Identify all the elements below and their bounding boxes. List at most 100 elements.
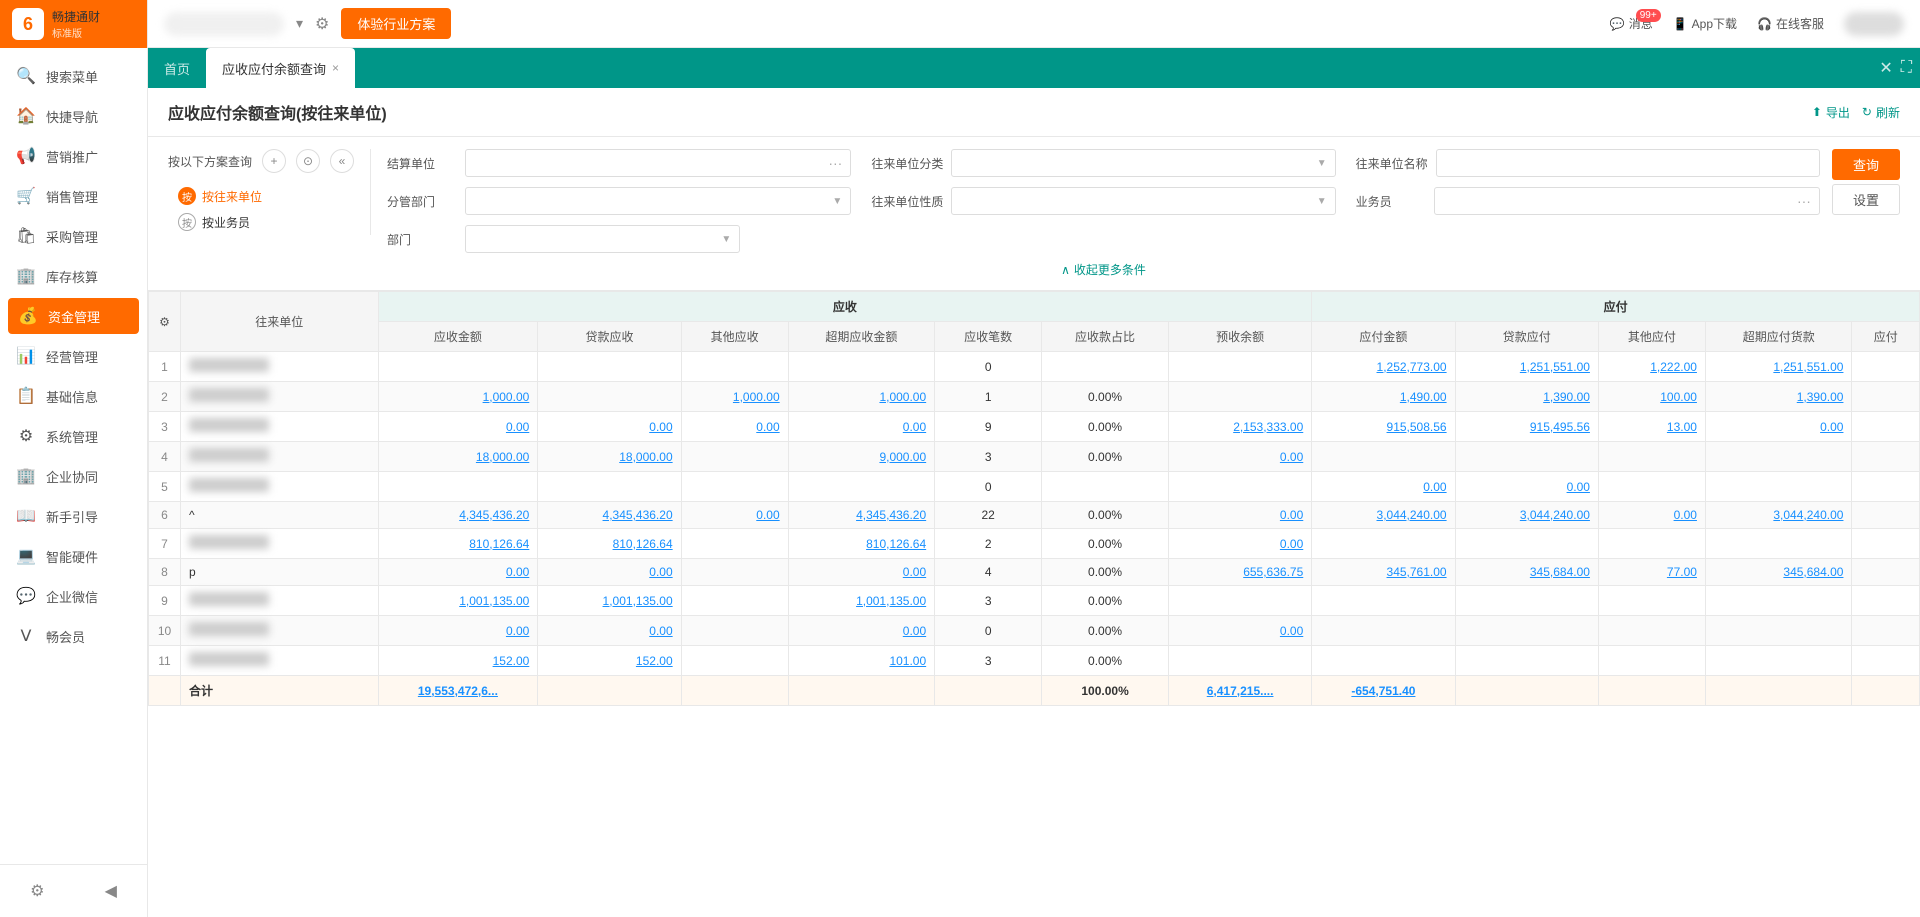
download-icon: 📱 [1673,17,1688,31]
table-row: 8p0.000.000.0040.00%655,636.75345,761.00… [149,559,1920,586]
export-btn[interactable]: ⬆ 导出 [1812,104,1850,121]
service-icon: 🎧 [1757,17,1772,31]
table-row: 500.000.00 [149,472,1920,502]
basic-icon: 📋 [16,386,36,406]
online-service-btn[interactable]: 🎧 在线客服 [1757,15,1824,32]
filter-add-btn[interactable]: + [262,149,286,173]
wechat-icon: 💬 [16,586,36,606]
row-num: 5 [149,472,181,502]
col-prepay: 预收余额 [1168,322,1311,352]
filter-scheme: 按以下方案查询 + ⊙ « 按 按往来单位 按 按业务员 [168,149,371,235]
sidebar-item-business[interactable]: 📊 经营管理 [0,336,147,376]
row-num: 9 [149,586,181,616]
row-num: 7 [149,529,181,559]
page-actions: ⬆ 导出 ↻ 刷新 [1812,104,1900,121]
tab-ar-query[interactable]: 应收应付余额查询 × [206,48,355,88]
sales-icon: 🛒 [16,186,36,206]
collapse-up-icon: ∧ [1061,263,1070,277]
filter-by-staff-option[interactable]: 按 按业务员 [168,209,354,235]
footer-ap-amount[interactable]: -654,751.40 [1312,676,1455,706]
trial-btn[interactable]: 体验行业方案 [341,8,451,39]
sidebar-item-corp[interactable]: 🏢 企业协同 [0,456,147,496]
row-num: 1 [149,352,181,382]
salesman-input[interactable]: ··· [1434,187,1820,215]
col-group-ap: 应付 [1312,292,1920,322]
search-icon: 🔍 [16,66,36,86]
unit-name-input[interactable] [1436,149,1820,177]
sidebar-item-system[interactable]: ⚙ 系统管理 [0,416,147,456]
dept-manage-input[interactable]: ▼ [465,187,851,215]
footer-ar-amount[interactable]: 19,553,472,6... [378,676,538,706]
tab-close-icon[interactable]: × [332,61,339,75]
filter-salesman: 业务员 ··· [1356,187,1820,215]
hardware-icon: 💻 [16,546,36,566]
filter-fields: 结算单位 ··· 往来单位分类 ▼ 往来单位名称 [387,149,1900,282]
sidebar-item-quicknav[interactable]: 🏠 快捷导航 [0,96,147,136]
business-icon: 📊 [16,346,36,366]
filter-settings-btn[interactable]: ⊙ [296,149,320,173]
app-download-btn[interactable]: 📱 App下载 [1673,15,1737,32]
member-icon: Ⅴ [16,626,36,646]
settings-icon[interactable]: ⚙ [315,14,329,34]
sidebar-collapse-btn[interactable]: ◀ [99,875,123,907]
dept-input[interactable]: ▼ [465,225,740,253]
dots-icon: ··· [828,155,842,171]
filter-unit-name: 往来单位名称 [1356,149,1820,177]
tab-maximize-btn[interactable]: ⛶ [1901,59,1912,77]
logo-text: 畅捷通财 标准版 [52,8,100,40]
row-num: 11 [149,646,181,676]
sidebar-settings-btn[interactable]: ⚙ [24,875,50,907]
sidebar-item-member[interactable]: Ⅴ 畅会员 [0,616,147,656]
sidebar-item-inventory[interactable]: 🏢 库存核算 [0,256,147,296]
table-row: 7810,126.64810,126.64810,126.6420.00%0.0… [149,529,1920,559]
query-btn-area: 查询 设置 [1832,149,1900,215]
purchase-icon: 🛍 [16,226,36,246]
sidebar-item-marketing[interactable]: 📢 营销推广 [0,136,147,176]
filter-unit-category: 往来单位分类 ▼ [871,149,1335,177]
corp-icon: 🏢 [16,466,36,486]
sidebar-item-sales[interactable]: 🛒 销售管理 [0,176,147,216]
filter-by-unit-option[interactable]: 按 按往来单位 [168,183,354,209]
guide-icon: 📖 [16,506,36,526]
tab-home[interactable]: 首页 [148,48,206,88]
refresh-btn[interactable]: ↻ 刷新 [1862,104,1900,121]
breadcrumb-dropdown-icon[interactable]: ▾ [296,15,303,32]
unit-nature-input[interactable]: ▼ [951,187,1335,215]
col-ap-amount: 应付金额 [1312,322,1455,352]
unit-category-input[interactable]: ▼ [951,149,1335,177]
sidebar-item-finance[interactable]: 💰 资金管理 [8,298,139,334]
filter-grid: 结算单位 ··· 往来单位分类 ▼ 往来单位名称 [387,149,1820,282]
sidebar-item-wechat[interactable]: 💬 企业微信 [0,576,147,616]
avatar[interactable] [1844,12,1904,36]
table-container: ⚙ 往来单位 应收 应付 应收金额 贷款应收 其他应收 超期应收金额 应收笔数 … [148,291,1920,917]
sidebar-item-hardware[interactable]: 💻 智能硬件 [0,536,147,576]
table-row: 101,252,773.001,251,551.001,222.001,251,… [149,352,1920,382]
sidebar-item-basic[interactable]: 📋 基础信息 [0,376,147,416]
tab-close-window-btn[interactable]: ✕ [1879,58,1892,78]
query-btn[interactable]: 查询 [1832,149,1900,180]
tab-bar: 首页 应收应付余额查询 × ✕ ⛶ [148,48,1920,88]
sidebar-item-purchase[interactable]: 🛍 采购管理 [0,216,147,256]
collapse-more-btn[interactable]: ∧ 收起更多条件 [387,257,1820,282]
col-ar-overdue: 超期应收金额 [788,322,935,352]
col-ar-other: 其他应收 [681,322,788,352]
dept-label: 部门 [387,231,457,248]
setting-btn[interactable]: 设置 [1832,184,1900,215]
col-settings[interactable]: ⚙ [149,292,181,352]
notification-btn[interactable]: 💬 消息 99+ [1610,15,1653,32]
filter-collapse-btn[interactable]: « [330,149,354,173]
col-group-ar: 应收 [378,292,1312,322]
unit-category-label: 往来单位分类 [871,155,943,172]
marketing-icon: 📢 [16,146,36,166]
settlement-unit-input[interactable]: ··· [465,149,851,177]
filter-unit-icon: 按 [178,187,196,205]
table-row: 11152.00152.00101.0030.00% [149,646,1920,676]
sidebar-item-search[interactable]: 🔍 搜索菜单 [0,56,147,96]
chevron-down-icon2: ▼ [832,196,842,207]
sidebar-item-guide[interactable]: 📖 新手引导 [0,496,147,536]
col-ap-other: 其他应付 [1598,322,1705,352]
footer-prepay[interactable]: 6,417,215.... [1168,676,1311,706]
footer-ar-ratio: 100.00% [1042,676,1169,706]
row-num: 6 [149,502,181,529]
table-footer: 合计 19,553,472,6... 100.00% 6,417,215....… [149,676,1920,706]
